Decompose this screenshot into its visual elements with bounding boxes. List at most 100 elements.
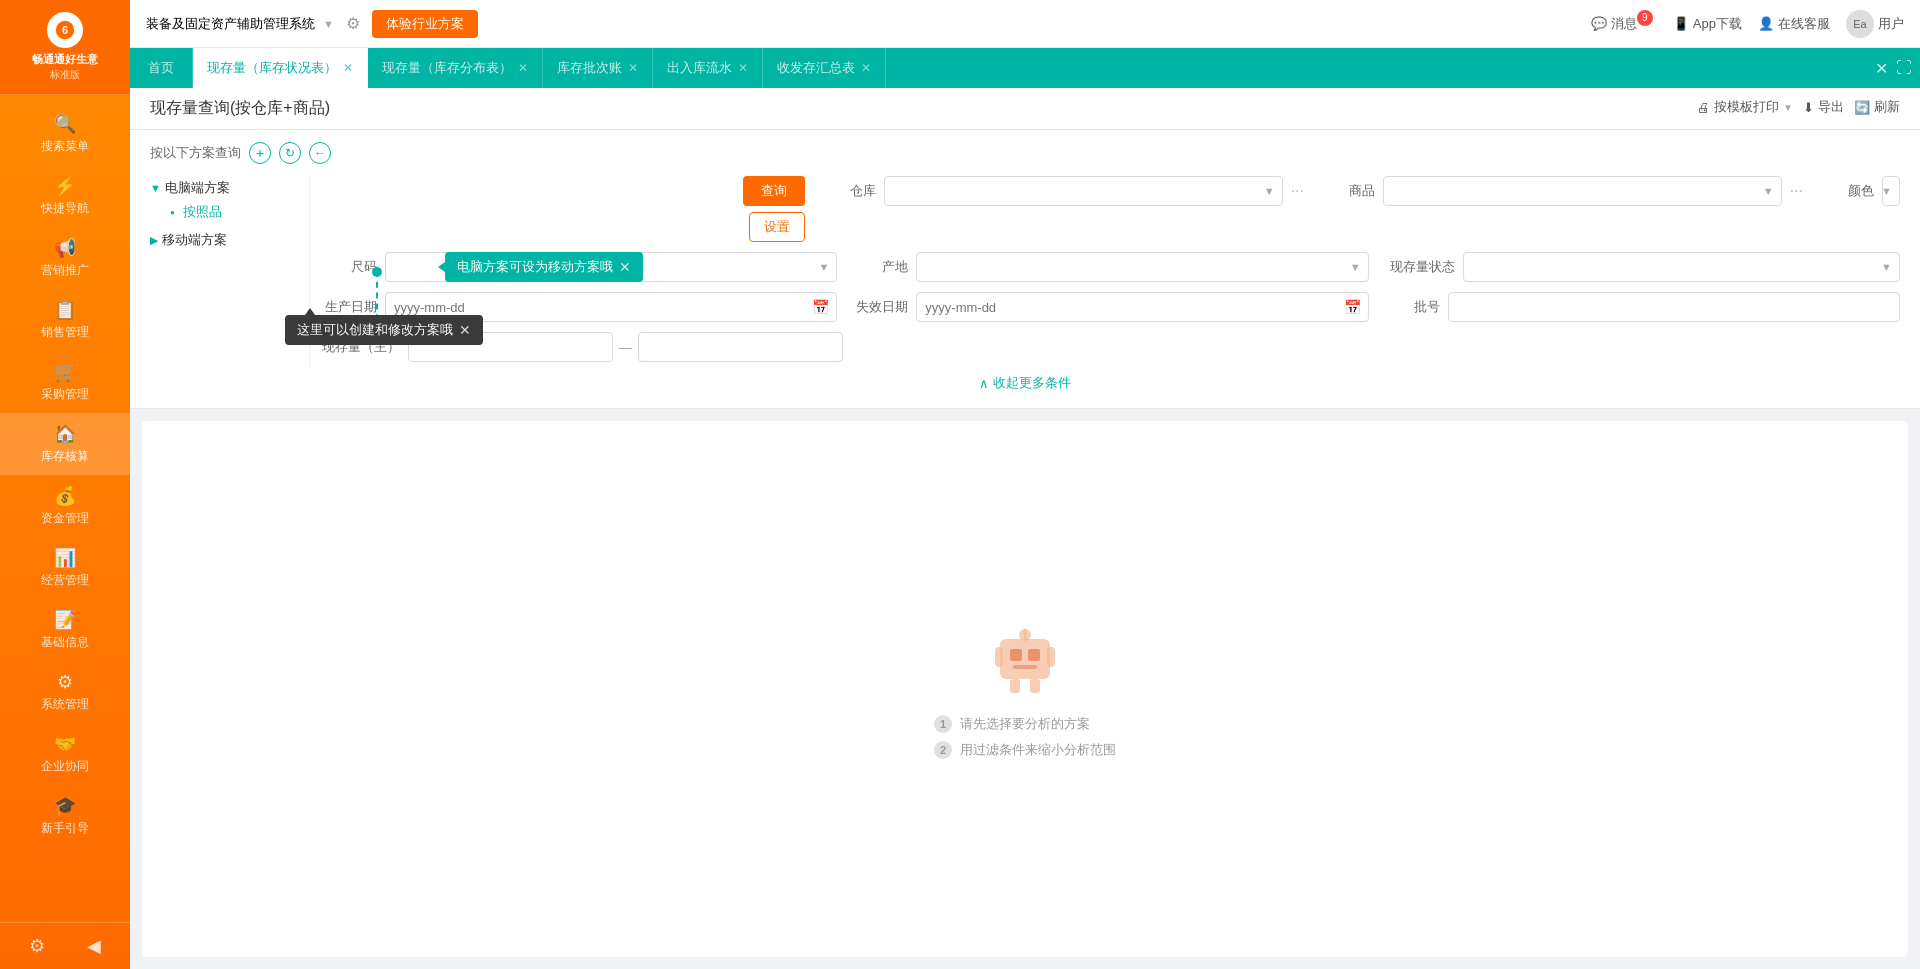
sidebar-item-purchase-label: 采购管理 — [41, 386, 89, 403]
page-title: 现存量查询(按仓库+商品) — [150, 98, 330, 129]
sidebar-item-guide[interactable]: 🎓 新手引导 — [0, 785, 130, 847]
goods-label: 商品 — [1320, 182, 1375, 200]
tab-stock-summary[interactable]: 收发存汇总表 ✕ — [763, 48, 886, 88]
filter-row-goods: 商品 ▼ ··· — [1320, 176, 1803, 206]
collapse-chevron-icon: ∧ — [979, 376, 989, 391]
sidebar-item-enterprise[interactable]: 🤝 企业协同 — [0, 723, 130, 785]
tab-stock-status-close-icon[interactable]: ✕ — [343, 62, 353, 74]
empty-text: 1 请先选择要分析的方案 2 用过滤条件来缩小分析范围 — [934, 715, 1116, 759]
tab-home[interactable]: 首页 — [130, 48, 193, 88]
reset-button[interactable]: 设置 — [749, 212, 805, 242]
filter-row-color: 颜色 ▼ — [1819, 176, 1900, 206]
tab-stock-dist-close-icon[interactable]: ✕ — [518, 62, 528, 74]
step-2-num: 2 — [934, 741, 952, 759]
goods-more-icon[interactable]: ··· — [1790, 182, 1803, 200]
sidebar-item-inventory[interactable]: 🏠 库存核算 — [0, 413, 130, 475]
app-download-label: App下载 — [1693, 15, 1742, 33]
scheme-desktop-toggle[interactable]: ▼ 电脑端方案 — [150, 176, 297, 200]
basic-nav-icon: 📝 — [54, 609, 76, 631]
expire-date-start-wrap: 📅 — [916, 292, 1368, 322]
tooltip-scheme-create-close-icon[interactable]: ✕ — [459, 322, 471, 338]
warehouse-select[interactable] — [884, 176, 1283, 206]
search-button[interactable]: 查询 — [743, 176, 805, 206]
collapse-label: 收起更多条件 — [993, 374, 1071, 392]
svg-rect-6 — [995, 647, 1003, 667]
tab-expand-icon[interactable]: ⛶ — [1896, 59, 1912, 77]
empty-step-1: 1 请先选择要分析的方案 — [934, 715, 1116, 733]
export-button[interactable]: ⬇ 导出 — [1803, 98, 1844, 116]
tab-stock-batch-close-icon[interactable]: ✕ — [628, 62, 638, 74]
tab-spacer — [886, 48, 1867, 88]
sidebar-item-quick[interactable]: ⚡ 快捷导航 — [0, 165, 130, 227]
step-2-text: 用过滤条件来缩小分析范围 — [960, 741, 1116, 759]
step-1-text: 请先选择要分析的方案 — [960, 715, 1090, 733]
tab-close-all-icon[interactable]: ✕ — [1875, 59, 1888, 78]
user-avatar-text: Ea — [1853, 18, 1866, 30]
warehouse-more-icon[interactable]: ··· — [1291, 182, 1304, 200]
tab-stock-flow[interactable]: 出入库流水 ✕ — [653, 48, 763, 88]
scheme-desktop-child-1-label: 按照品 — [183, 203, 222, 221]
sidebar-item-basic[interactable]: 📝 基础信息 — [0, 599, 130, 661]
scheme-mobile-toggle[interactable]: ▶ 移动端方案 — [150, 228, 297, 252]
content-area: 现存量查询(按仓库+商品) 🖨 按模板打印 ▼ ⬇ 导出 🔄 刷新 — [130, 88, 1920, 969]
collapse-bar[interactable]: ∧ 收起更多条件 — [150, 366, 1900, 396]
tab-stock-summary-close-icon[interactable]: ✕ — [861, 62, 871, 74]
tab-stock-flow-close-icon[interactable]: ✕ — [738, 62, 748, 74]
tab-stock-batch-label: 库存批次账 — [557, 59, 622, 77]
sidebar-item-sales[interactable]: 📋 销售管理 — [0, 289, 130, 351]
tab-stock-batch[interactable]: 库存批次账 ✕ — [543, 48, 653, 88]
expire-date-start-input[interactable] — [916, 292, 1368, 322]
scheme-desktop-children: ● 按照品 — [150, 200, 297, 224]
color-select[interactable] — [1882, 176, 1900, 206]
header-online-service[interactable]: 👤 在线客服 — [1758, 15, 1830, 33]
message-label: 消息 — [1611, 15, 1637, 33]
tooltip-scheme-mobile-close-icon[interactable]: ✕ — [619, 259, 631, 275]
warehouse-label: 仓库 — [821, 182, 876, 200]
tab-bar: 首页 现存量（库存状况表） ✕ 现存量（库存分布表） ✕ 库存批次账 ✕ 出入库… — [130, 48, 1920, 88]
sidebar-item-purchase[interactable]: 🛒 采购管理 — [0, 351, 130, 413]
header-settings-icon[interactable]: ⚙ — [346, 14, 360, 33]
system-nav-icon: ⚙ — [57, 671, 73, 693]
origin-select[interactable] — [916, 252, 1368, 282]
tab-stock-dist[interactable]: 现存量（库存分布表） ✕ — [368, 48, 543, 88]
tab-stock-status[interactable]: 现存量（库存状况表） ✕ — [193, 48, 368, 88]
empty-icon — [975, 619, 1075, 699]
sidebar: 6 畅通通好生意 标准版 🔍 搜索菜单 ⚡ 快捷导航 📢 营销推广 📋 销售管理… — [0, 0, 130, 969]
sidebar-settings-btn[interactable]: ⚙ — [29, 935, 45, 957]
export-label: 导出 — [1818, 98, 1844, 116]
tab-stock-summary-label: 收发存汇总表 — [777, 59, 855, 77]
header-message[interactable]: 💬 消息 9 — [1591, 15, 1657, 33]
sidebar-item-finance-label: 资金管理 — [41, 510, 89, 527]
stock-qty-max-input[interactable] — [638, 332, 843, 362]
filter-back-button[interactable]: ← — [309, 142, 331, 164]
sidebar-item-finance[interactable]: 💰 资金管理 — [0, 475, 130, 537]
sidebar-collapse-btn[interactable]: ◀ — [87, 935, 101, 957]
sidebar-item-system[interactable]: ⚙ 系统管理 — [0, 661, 130, 723]
header-user[interactable]: Ea 用户 — [1846, 10, 1904, 38]
origin-select-wrap: ▼ — [916, 252, 1368, 282]
page-header: 现存量查询(按仓库+商品) 🖨 按模板打印 ▼ ⬇ 导出 🔄 刷新 — [130, 88, 1920, 130]
goods-select[interactable] — [1383, 176, 1782, 206]
template-print-button[interactable]: 🖨 按模板打印 ▼ — [1697, 98, 1793, 116]
refresh-button[interactable]: 🔄 刷新 — [1854, 98, 1900, 116]
sidebar-item-operation[interactable]: 📊 经营管理 — [0, 537, 130, 599]
online-service-icon: 👤 — [1758, 16, 1774, 31]
header-app-download[interactable]: 📱 App下载 — [1673, 15, 1742, 33]
sidebar-item-search[interactable]: 🔍 搜索菜单 — [0, 103, 130, 165]
system-name-chevron-icon: ▼ — [323, 18, 334, 30]
app-download-icon: 📱 — [1673, 16, 1689, 31]
filter-label: 按以下方案查询 — [150, 144, 241, 162]
scheme-active-dot-icon: ● — [170, 208, 175, 217]
produce-date-label: 生产日期 — [322, 298, 377, 316]
stock-status-select[interactable] — [1463, 252, 1900, 282]
top-header: 装备及固定资产辅助管理系统 ▼ ⚙ 体验行业方案 💬 消息 9 📱 App下载 … — [130, 0, 1920, 48]
trial-button[interactable]: 体验行业方案 — [372, 10, 478, 38]
filter-refresh-button[interactable]: ↻ — [279, 142, 301, 164]
batch-input[interactable] — [1448, 292, 1900, 322]
sidebar-item-marketing[interactable]: 📢 营销推广 — [0, 227, 130, 289]
filter-add-button[interactable]: + — [249, 142, 271, 164]
sidebar-nav: 🔍 搜索菜单 ⚡ 快捷导航 📢 营销推广 📋 销售管理 🛒 采购管理 🏠 库存核… — [0, 95, 130, 922]
scheme-mobile-chevron-icon: ▶ — [150, 234, 158, 247]
scheme-desktop-child-1[interactable]: ● 按照品 — [170, 200, 297, 224]
origin-label: 产地 — [853, 258, 908, 276]
